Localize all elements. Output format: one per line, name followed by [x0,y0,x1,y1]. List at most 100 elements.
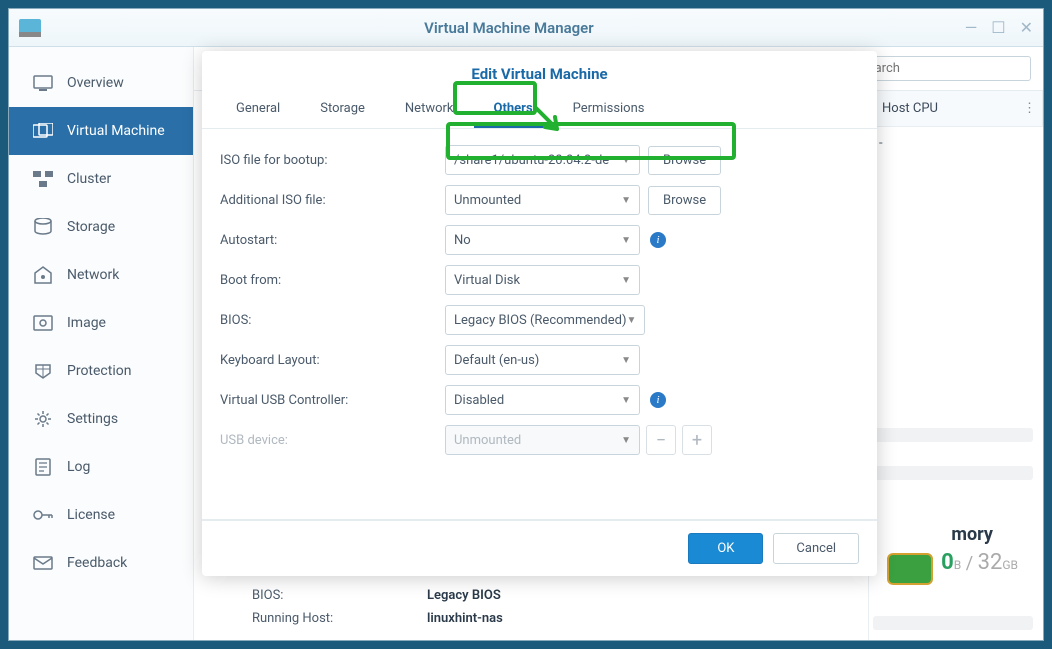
label-iso-bootup: ISO file for bootup: [220,153,445,168]
select-keyboard[interactable]: Default (en-us)▼ [445,345,640,375]
sidebar-item-settings[interactable]: Settings [9,395,193,443]
sidebar-label: Log [67,459,90,475]
remove-usb-button: − [646,425,676,455]
window-title: Virtual Machine Manager [53,19,965,37]
tab-network[interactable]: Network [385,91,474,128]
sidebar-label: Image [67,315,106,331]
sidebar-item-log[interactable]: Log [9,443,193,491]
select-boot-from[interactable]: Virtual Disk▼ [445,265,640,295]
label-usb-device: USB device: [220,433,445,448]
memory-chip-icon [887,553,933,585]
search-input[interactable] [860,61,1026,76]
browse-additional-iso[interactable]: Browse [648,186,721,215]
dialog-body: ISO file for bootup: /share1/ubuntu-20.0… [202,129,877,511]
sidebar-item-network[interactable]: Network [9,251,193,299]
label-additional-iso: Additional ISO file: [220,193,445,208]
row-keyboard: Keyboard Layout: Default (en-us)▼ [220,345,859,375]
app-window: Virtual Machine Manager — ☐ ✕ Overview V… [8,8,1044,641]
cancel-button[interactable]: Cancel [773,533,859,564]
vm-icon [33,122,53,140]
select-additional-iso[interactable]: Unmounted▼ [445,185,640,215]
sidebar-item-virtual-machine[interactable]: Virtual Machine [9,107,193,155]
detail-label: Running Host: [252,611,427,626]
protection-icon [33,362,53,380]
edit-vm-dialog: Edit Virtual Machine General Storage Net… [202,51,877,576]
select-iso-bootup[interactable]: /share1/ubuntu-20.04.2-de▼ [445,145,640,175]
sidebar-label: Protection [67,363,131,379]
select-usb-device: Unmounted▼ [445,425,640,455]
sidebar: Overview Virtual Machine Cluster Storage… [9,47,194,640]
caret-down-icon: ▼ [621,235,631,246]
label-usb-controller: Virtual USB Controller: [220,393,445,408]
caret-down-icon: ▼ [621,275,631,286]
caret-down-icon: ▼ [627,315,637,326]
caret-down-icon: ▼ [621,355,631,366]
detail-value: Legacy BIOS [427,588,501,603]
dialog-tabs: General Storage Network Others Permissio… [202,91,877,129]
detail-panel: BIOS: Legacy BIOS Running Host: linuxhin… [252,584,853,630]
sidebar-item-license[interactable]: License [9,491,193,539]
gear-icon [33,410,53,428]
caret-down-icon: ▼ [621,155,631,166]
row-bios: BIOS: Legacy BIOS (Recommended)▼ [220,305,859,335]
label-autostart: Autostart: [220,233,445,248]
window-controls: — ☐ ✕ [965,18,1033,37]
sidebar-item-feedback[interactable]: Feedback [9,539,193,587]
column-host-cpu[interactable]: Host CPU ⋮ [868,91,1043,127]
close-button[interactable]: ✕ [1020,18,1033,37]
sidebar-label: Settings [67,411,118,427]
info-icon[interactable]: i [650,392,666,408]
dialog-footer: OK Cancel [202,520,877,576]
grid-header: Host CPU ⋮ [868,91,1043,127]
column-menu-icon[interactable]: ⋮ [1023,101,1036,116]
add-usb-button: + [682,425,712,455]
key-icon [33,506,53,524]
detail-row-bios: BIOS: Legacy BIOS [252,584,853,607]
sidebar-item-cluster[interactable]: Cluster [9,155,193,203]
row-additional-iso: Additional ISO file: Unmounted▼ Browse [220,185,859,215]
select-bios[interactable]: Legacy BIOS (Recommended)▼ [445,305,645,335]
overview-icon [33,74,53,92]
sidebar-label: License [67,507,115,523]
cluster-icon [33,170,53,188]
storage-icon [33,218,53,236]
network-icon [33,266,53,284]
label-boot-from: Boot from: [220,273,445,288]
detail-label: BIOS: [252,588,427,603]
row-iso-bootup: ISO file for bootup: /share1/ubuntu-20.0… [220,145,859,175]
ok-button[interactable]: OK [688,533,763,564]
sidebar-label: Cluster [67,171,111,187]
sidebar-label: Feedback [67,555,127,571]
select-autostart[interactable]: No▼ [445,225,640,255]
placeholder-bar [873,466,1033,480]
detail-value: linuxhint-nas [427,611,503,626]
tab-storage[interactable]: Storage [300,91,385,128]
tab-others[interactable]: Others [474,91,553,128]
dialog-title: Edit Virtual Machine [202,51,877,91]
minimize-button[interactable]: — [965,18,978,37]
sidebar-item-protection[interactable]: Protection [9,347,193,395]
row-usb-device: USB device: Unmounted▼ − + [220,425,859,455]
row-boot-from: Boot from: Virtual Disk▼ [220,265,859,295]
info-icon[interactable]: i [650,232,666,248]
label-keyboard: Keyboard Layout: [220,353,445,368]
sidebar-item-image[interactable]: Image [9,299,193,347]
caret-down-icon: ▼ [621,195,631,206]
memory-label: mory [951,524,993,545]
envelope-icon [33,554,53,572]
tab-general[interactable]: General [216,91,300,128]
label-bios: BIOS: [220,313,445,328]
sidebar-item-overview[interactable]: Overview [9,59,193,107]
image-icon [33,314,53,332]
detail-row-running-host: Running Host: linuxhint-nas [252,607,853,630]
select-usb-controller[interactable]: Disabled▼ [445,385,640,415]
tab-permissions[interactable]: Permissions [553,91,665,128]
sidebar-label: Storage [67,219,115,235]
sidebar-item-storage[interactable]: Storage [9,203,193,251]
placeholder-bar [873,616,1033,630]
maximize-button[interactable]: ☐ [991,18,1005,37]
sidebar-label: Virtual Machine [67,123,165,139]
caret-down-icon: ▼ [621,395,631,406]
browse-iso-bootup[interactable]: Browse [648,146,721,175]
caret-down-icon: ▼ [621,435,631,446]
